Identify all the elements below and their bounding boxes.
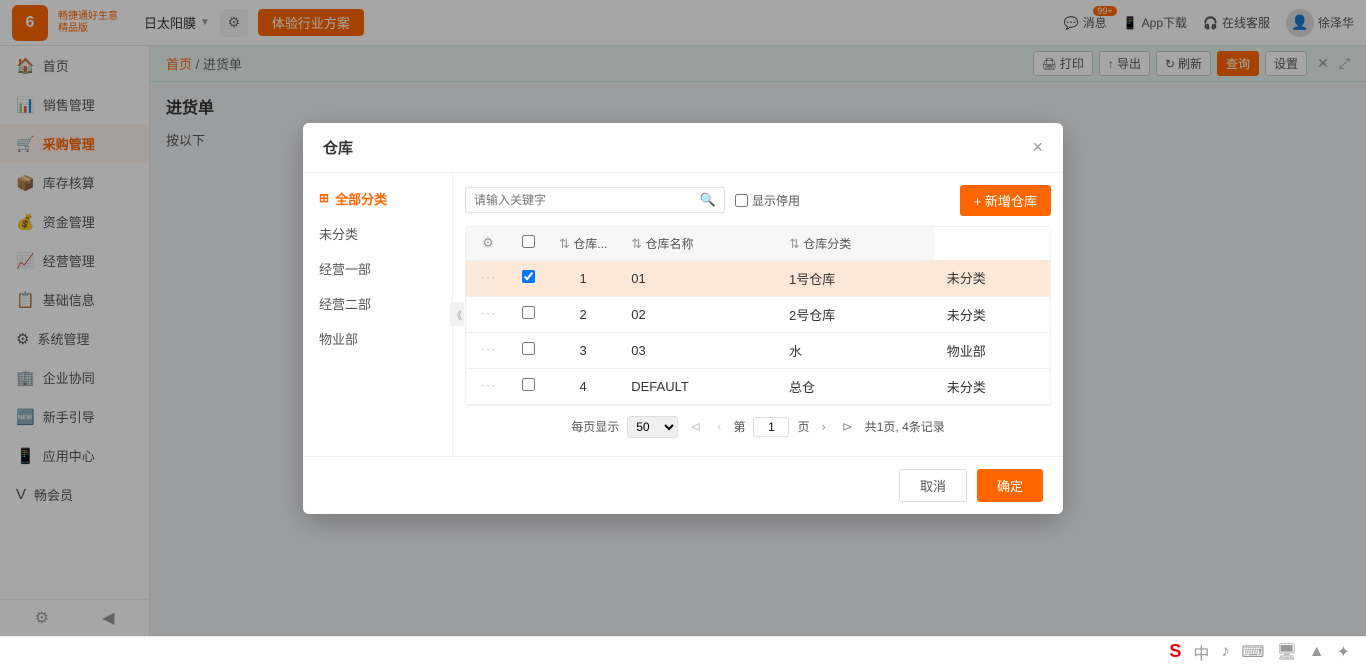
row-actions-cell: ··· [466,332,510,368]
modal-cat-op1[interactable]: 经营一部 [303,251,452,286]
row-check-cell [510,368,547,404]
bottom-bar: S 中 ♪ ⌨ 🖥 ▲ ✦ [0,636,1366,666]
show-disabled-checkbox[interactable] [735,194,748,207]
cat-label-uncat: 未分类 [319,224,358,243]
taskbar-icon-sound[interactable]: ♪ [1221,643,1229,661]
col-header-name: ⇅ 仓库名称 [619,227,777,261]
add-warehouse-btn[interactable]: + 新增仓库 [960,185,1051,216]
table-row[interactable]: ··· 2 02 2号仓库 未分类 [466,296,1050,332]
modal-toolbar: 🔍 显示停用 + 新增仓库 [465,185,1051,216]
col-header-code: ⇅ 仓库... [547,227,619,261]
prev-page-btn[interactable]: ‹ [713,417,725,436]
modal-footer: 取消 确定 [303,456,1063,514]
modal-pagination: 每页显示 50 20 100 ⊲ ‹ 第 页 › ⊳ 共1页, 4条记录 [465,406,1051,444]
modal-category-sidebar: ⊞全部分类未分类经营一部经营二部物业部 《 [303,173,453,456]
table-row[interactable]: ··· 4 DEFAULT 总仓 未分类 [466,368,1050,404]
row-name-cell: 水 [777,332,935,368]
sidebar-collapse-btn[interactable]: 《 [450,302,464,326]
row-code-cell: 02 [619,296,777,332]
gear-icon[interactable]: ⚙ [482,235,494,250]
taskbar-icon-s[interactable]: S [1169,641,1181,662]
taskbar-icon-keyboard[interactable]: ⌨ [1241,642,1264,662]
col-header-gear: ⚙ [466,227,510,261]
row-check-cell [510,296,547,332]
per-page-select[interactable]: 50 20 100 [627,416,678,438]
modal-close-btn[interactable]: × [1032,138,1043,156]
taskbar-icon-star[interactable]: ✦ [1337,642,1350,662]
cat-label-prop: 物业部 [319,329,358,348]
row-more-icon[interactable]: ··· [480,269,496,286]
warehouse-modal: 仓库 × ⊞全部分类未分类经营一部经营二部物业部 《 🔍 [303,123,1063,514]
modal-cat-prop[interactable]: 物业部 [303,321,452,356]
modal-overlay: 仓库 × ⊞全部分类未分类经营一部经营二部物业部 《 🔍 [0,0,1366,636]
row-code-cell: 01 [619,260,777,296]
modal-cat-all[interactable]: ⊞ 全部分类 [303,181,452,216]
row-more-icon[interactable]: ··· [480,305,496,322]
table-row[interactable]: ··· 1 01 1号仓库 未分类 [466,260,1050,296]
modal-header: 仓库 × [303,123,1063,173]
row-check-cell [510,260,547,296]
row-name-cell: 2号仓库 [777,296,935,332]
row-num-cell: 2 [547,296,619,332]
row-name-cell: 总仓 [777,368,935,404]
show-disabled-label: 显示停用 [735,192,800,209]
row-num-cell: 4 [547,368,619,404]
row-actions-cell: ··· [466,368,510,404]
row-checkbox[interactable] [522,342,535,355]
taskbar-icon-zh[interactable]: 中 [1193,640,1209,664]
taskbar-icon-display[interactable]: 🖥 [1276,642,1296,662]
cat-icon-all: ⊞ [319,191,329,205]
select-all-checkbox[interactable] [522,235,535,248]
row-actions-cell: ··· [466,260,510,296]
row-category-cell: 未分类 [935,296,1050,332]
row-num-cell: 1 [547,260,619,296]
cancel-button[interactable]: 取消 [899,469,967,502]
modal-cat-uncat[interactable]: 未分类 [303,216,452,251]
search-icon[interactable]: 🔍 [700,192,716,208]
row-checkbox[interactable] [522,270,535,283]
modal-cat-op2[interactable]: 经营二部 [303,286,452,321]
cat-label-all: 全部分类 [335,189,387,208]
row-more-icon[interactable]: ··· [480,341,496,358]
row-num-cell: 3 [547,332,619,368]
search-input[interactable] [474,193,700,207]
row-category-cell: 未分类 [935,260,1050,296]
modal-body: ⊞全部分类未分类经营一部经营二部物业部 《 🔍 显示停用 + 新增仓库 [303,173,1063,456]
last-page-btn[interactable]: ⊳ [838,417,857,437]
col-header-check [510,227,547,261]
modal-main-panel: 🔍 显示停用 + 新增仓库 ⚙ [453,173,1063,456]
table-row[interactable]: ··· 3 03 水 物业部 [466,332,1050,368]
search-box: 🔍 [465,187,725,213]
cat-label-op1: 经营一部 [319,259,371,278]
row-name-cell: 1号仓库 [777,260,935,296]
row-actions-cell: ··· [466,296,510,332]
row-category-cell: 物业部 [935,332,1050,368]
row-code-cell: DEFAULT [619,368,777,404]
taskbar-icon-upload[interactable]: ▲ [1309,643,1325,661]
row-more-icon[interactable]: ··· [480,377,496,394]
confirm-button[interactable]: 确定 [977,469,1043,502]
warehouse-table: ⚙ ⇅ 仓库... ⇅ 仓库名称 ⇅ 仓库分类 ··· 1 01 1号仓库 未分… [465,226,1051,406]
row-code-cell: 03 [619,332,777,368]
table-header-row: ⚙ ⇅ 仓库... ⇅ 仓库名称 ⇅ 仓库分类 [466,227,1050,261]
row-checkbox[interactable] [522,306,535,319]
row-check-cell [510,332,547,368]
page-number-input[interactable] [753,417,789,437]
modal-title: 仓库 [323,137,353,158]
next-page-btn[interactable]: › [818,417,830,436]
col-header-category: ⇅ 仓库分类 [777,227,935,261]
row-category-cell: 未分类 [935,368,1050,404]
first-page-btn[interactable]: ⊲ [686,417,705,437]
row-checkbox[interactable] [522,378,535,391]
cat-label-op2: 经营二部 [319,294,371,313]
